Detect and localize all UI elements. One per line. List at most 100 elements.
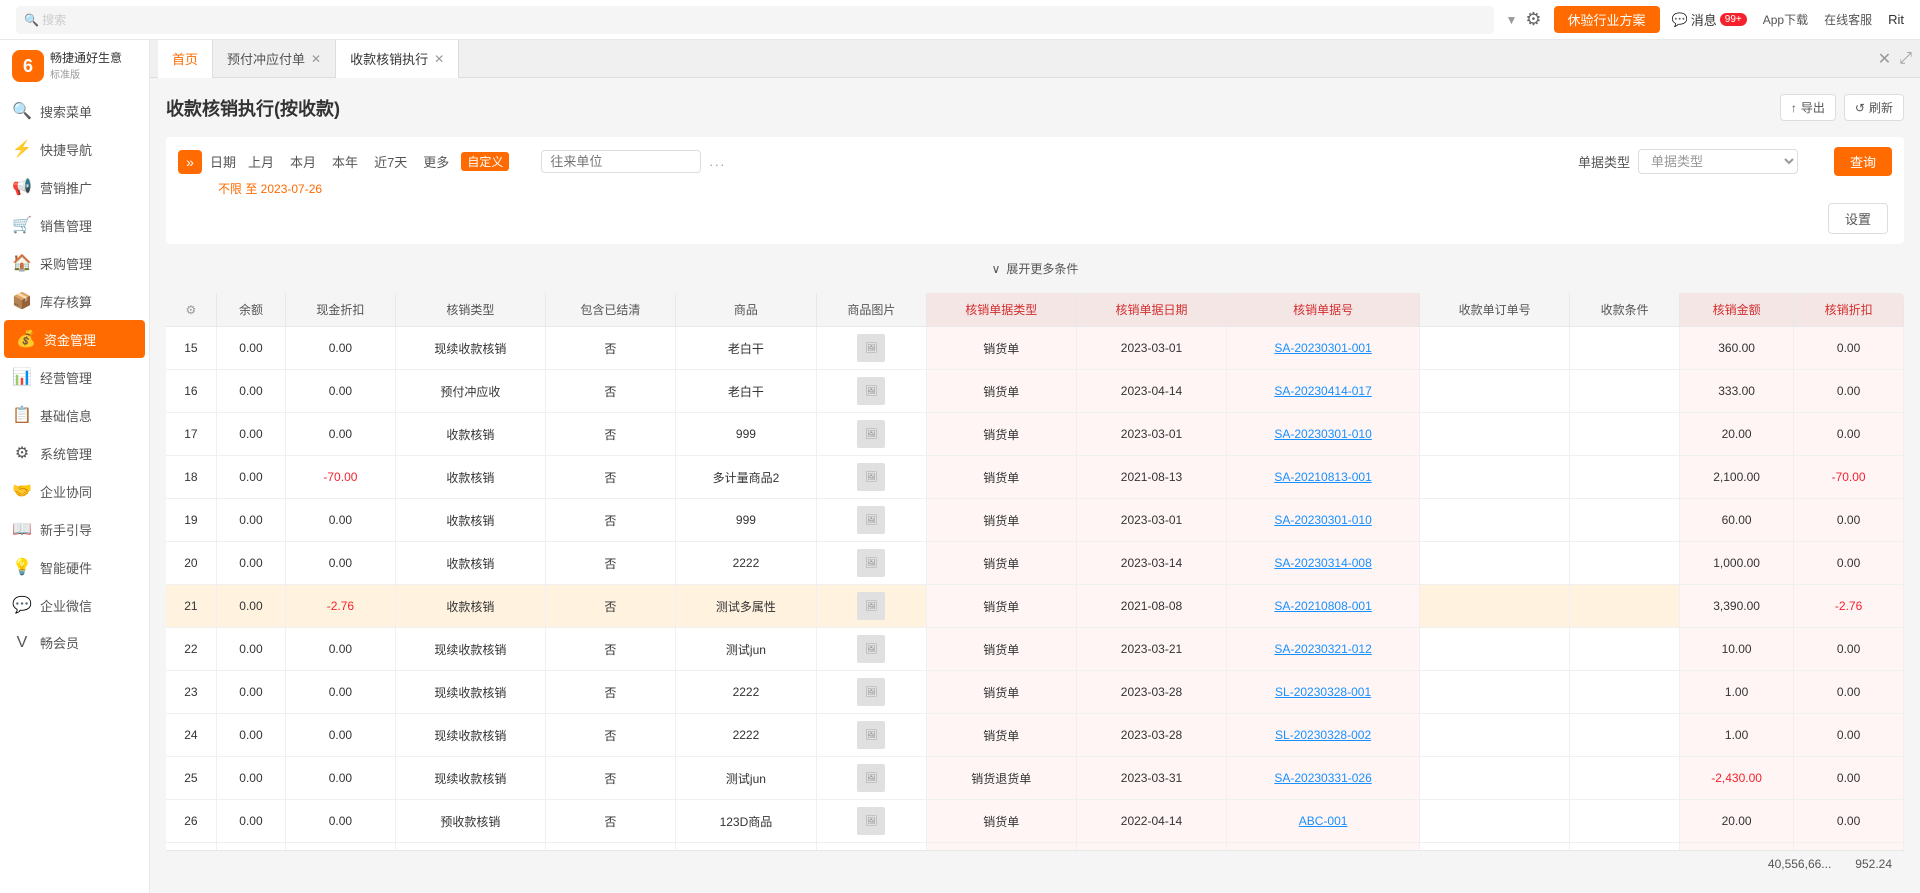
goods-image: 🖼 xyxy=(857,635,885,663)
sidebar-item-search[interactable]: 🔍搜索菜单 xyxy=(0,92,149,130)
filter-expand-button[interactable]: » xyxy=(178,150,202,174)
expand-more-btn[interactable]: ∨ 展开更多条件 xyxy=(166,256,1904,281)
gear-settings-icon[interactable]: ⚙ xyxy=(186,303,197,317)
filter-row-second: 不限 至 2023-07-26 xyxy=(178,180,322,197)
bill-no-link[interactable]: SA-20230301-001 xyxy=(1274,341,1371,355)
cell-verify_bill_no[interactable]: SA-20210808-001 xyxy=(1227,585,1420,628)
cell-verify_discount: -70.00 xyxy=(1794,456,1904,499)
cell-verify_bill_no[interactable]: SL-20230328-002 xyxy=(1227,714,1420,757)
export-button[interactable]: ↑ 导出 xyxy=(1780,94,1836,121)
online-service-link[interactable]: 在线客服 xyxy=(1824,11,1872,28)
sidebar-item-enterprise[interactable]: 🤝企业协同 xyxy=(0,472,149,510)
hardware-icon: 💡 xyxy=(12,557,32,577)
cell-verify_bill_type: 销货单 xyxy=(926,456,1076,499)
sidebar-item-inventory[interactable]: 📦库存核算 xyxy=(0,282,149,320)
cell-goods: 衣服00001 xyxy=(675,843,816,851)
cell-no: 23 xyxy=(166,671,216,714)
bill-no-link[interactable]: SA-20230314-008 xyxy=(1274,556,1371,570)
expand-more-arrow: ∨ xyxy=(992,262,1001,276)
tab-prepay[interactable]: 预付冲应付单✕ xyxy=(213,40,336,78)
cell-verify_bill_no[interactable]: SL-20230408-001 xyxy=(1227,843,1420,851)
logo-name: 畅捷通好生意 xyxy=(50,51,122,67)
cell-verify_bill_no[interactable]: SA-20230331-026 xyxy=(1227,757,1420,800)
cell-receipt_condition xyxy=(1570,757,1680,800)
window-expand-icon[interactable]: ⤢ xyxy=(1899,50,1912,68)
cell-verify_discount: 0.00 xyxy=(1794,499,1904,542)
tab-close-collection[interactable]: ✕ xyxy=(434,52,444,66)
bill-no-link[interactable]: ABC-001 xyxy=(1299,814,1348,828)
more-filter[interactable]: 更多 xyxy=(419,150,453,173)
settings-gear-icon[interactable]: ⚙ xyxy=(1525,9,1541,30)
cell-receipt_condition xyxy=(1570,499,1680,542)
sidebar-item-wechat[interactable]: 💬企业微信 xyxy=(0,586,149,624)
cell-no: 20 xyxy=(166,542,216,585)
window-close-icon[interactable]: ✕ xyxy=(1878,49,1891,69)
cell-goods_img: 🖼 xyxy=(817,757,927,800)
bill-no-link[interactable]: SA-20230321-012 xyxy=(1274,642,1371,656)
date-filter-label: 日期 xyxy=(210,152,236,171)
cell-verify_discount: 0.00 xyxy=(1794,671,1904,714)
query-button[interactable]: 查询 xyxy=(1834,147,1892,176)
settings-button[interactable]: 设置 xyxy=(1828,203,1888,234)
sidebar-item-basic[interactable]: 📋基础信息 xyxy=(0,396,149,434)
unit-filter-input[interactable] xyxy=(541,150,701,173)
col-header-receipt_condition: 收款条件 xyxy=(1570,293,1680,327)
sidebar-item-system[interactable]: ⚙系统管理 xyxy=(0,434,149,472)
search-icon: 🔍 xyxy=(24,13,39,27)
bill-no-link[interactable]: SA-20230301-010 xyxy=(1274,513,1371,527)
bill-no-link[interactable]: SL-20230328-001 xyxy=(1275,685,1371,699)
refresh-button[interactable]: ↺ 刷新 xyxy=(1844,94,1904,121)
sidebar-item-business[interactable]: 📊经营管理 xyxy=(0,358,149,396)
cell-receipt_order_no xyxy=(1420,843,1570,851)
cell-verify_bill_no[interactable]: SL-20230328-001 xyxy=(1227,671,1420,714)
bill-no-link[interactable]: SA-20230331-026 xyxy=(1274,771,1371,785)
tab-close-prepay[interactable]: ✕ xyxy=(311,52,321,66)
bill-no-link[interactable]: SA-20210813-001 xyxy=(1274,470,1371,484)
sidebar-item-marketing[interactable]: 📢营销推广 xyxy=(0,168,149,206)
sidebar-item-purchase[interactable]: 🏠采购管理 xyxy=(0,244,149,282)
cell-verify_bill_no[interactable]: SA-20230321-012 xyxy=(1227,628,1420,671)
col-header-gear: ⚙ xyxy=(166,293,216,327)
sidebar-item-member[interactable]: V畅会员 xyxy=(0,624,149,661)
sidebar-item-guide[interactable]: 📖新手引导 xyxy=(0,510,149,548)
search-bar[interactable]: 🔍 搜索 xyxy=(16,6,1494,34)
message-icon[interactable]: 💬 消息 99+ xyxy=(1672,10,1747,29)
table-row: 270.000.00现续收款核销否衣服00001🖼销货单2023-04-08SL… xyxy=(166,843,1904,851)
custom-filter[interactable]: 自定义 xyxy=(461,152,509,171)
cell-verify_bill_no[interactable]: SA-20230301-010 xyxy=(1227,413,1420,456)
cell-verify_bill_no[interactable]: SA-20230301-010 xyxy=(1227,499,1420,542)
data-table: ⚙余额现金折扣核销类型包含已结清商品商品图片核销单据类型核销单据日期核销单据号收… xyxy=(166,293,1904,850)
this-month-filter[interactable]: 本月 xyxy=(286,150,320,173)
sidebar-item-sales[interactable]: 🛒销售管理 xyxy=(0,206,149,244)
tab-home[interactable]: 首页 xyxy=(158,40,213,78)
cell-verify_bill_type: 销货单 xyxy=(926,800,1076,843)
sidebar-item-finance[interactable]: 💰资金管理 xyxy=(4,320,145,358)
type-filter-select[interactable]: 单据类型 xyxy=(1638,149,1798,174)
cell-verify_amount: 333.00 xyxy=(1679,370,1793,413)
cell-verify_bill_date: 2023-03-28 xyxy=(1076,714,1226,757)
app-download-link[interactable]: App下载 xyxy=(1763,11,1808,28)
cell-verify_type: 现续收款核销 xyxy=(395,843,545,851)
cell-verify_bill_no[interactable]: ABC-001 xyxy=(1227,800,1420,843)
bill-no-link[interactable]: SA-20210808-001 xyxy=(1274,599,1371,613)
cell-verify_bill_no[interactable]: SA-20230314-008 xyxy=(1227,542,1420,585)
tab-bar-actions: ✕ ⤢ xyxy=(1878,49,1912,69)
cell-verify_bill_no[interactable]: SA-20230414-017 xyxy=(1227,370,1420,413)
sidebar-item-hardware[interactable]: 💡智能硬件 xyxy=(0,548,149,586)
cell-cash_discount: 0.00 xyxy=(286,542,396,585)
last7days-filter[interactable]: 近7天 xyxy=(370,150,411,173)
user-avatar[interactable]: Rit xyxy=(1888,12,1904,27)
bill-no-link[interactable]: SL-20230328-002 xyxy=(1275,728,1371,742)
solution-button[interactable]: 休验行业方案 xyxy=(1554,6,1660,33)
bill-no-link[interactable]: SA-20230301-010 xyxy=(1274,427,1371,441)
cell-goods: 老白干 xyxy=(675,370,816,413)
tab-collection[interactable]: 收款核销执行✕ xyxy=(336,40,459,78)
sidebar-item-quick-nav[interactable]: ⚡快捷导航 xyxy=(0,130,149,168)
cell-receipt_condition xyxy=(1570,327,1680,370)
this-year-filter[interactable]: 本年 xyxy=(328,150,362,173)
bill-no-link[interactable]: SA-20230414-017 xyxy=(1274,384,1371,398)
last-month-filter[interactable]: 上月 xyxy=(244,150,278,173)
cell-no: 19 xyxy=(166,499,216,542)
cell-verify_bill_no[interactable]: SA-20230301-001 xyxy=(1227,327,1420,370)
cell-verify_bill_no[interactable]: SA-20210813-001 xyxy=(1227,456,1420,499)
